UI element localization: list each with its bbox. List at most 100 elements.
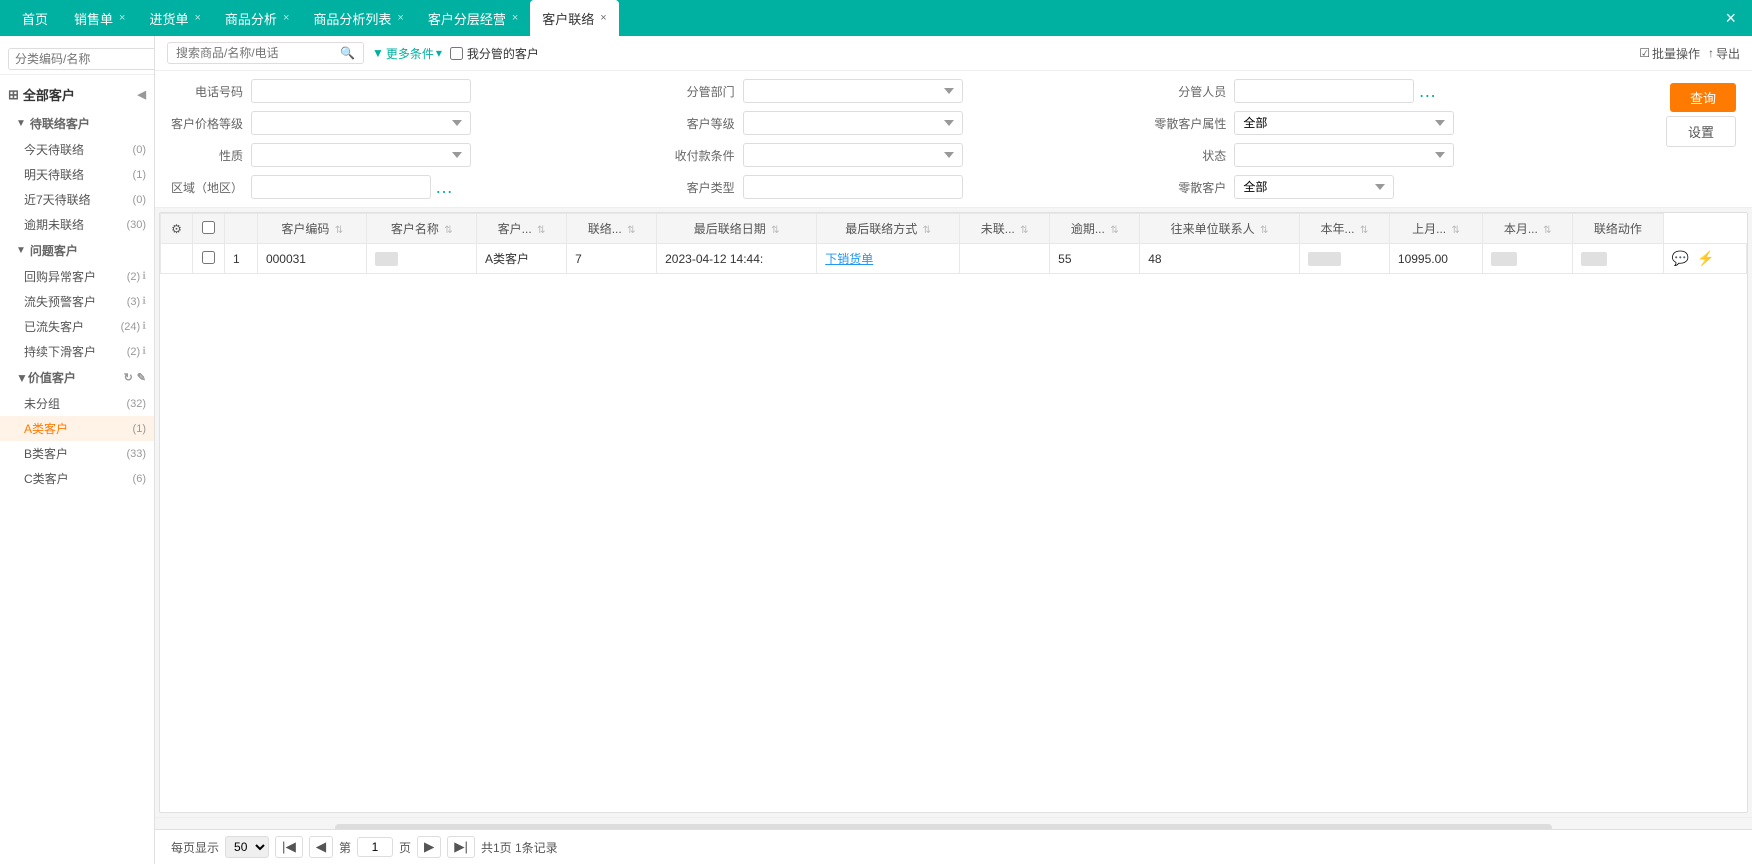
col-header-this-year[interactable]: 本年... ⇅: [1299, 214, 1389, 244]
close-product-analysis-icon[interactable]: ×: [283, 12, 289, 24]
sidebar-item-class-c[interactable]: C类客户 (6): [0, 466, 154, 491]
top-navigation: 首页 销售单 × 进货单 × 商品分析 × 商品分析列表 × 客户分层经营 × …: [0, 0, 1752, 36]
payment-select[interactable]: [743, 143, 963, 167]
problem-customers-header[interactable]: ▼ 问题客户: [0, 237, 154, 264]
col-header-this-month[interactable]: 本月... ⇅: [1483, 214, 1573, 244]
customer-search-input[interactable]: [176, 46, 336, 60]
person-input[interactable]: [1234, 79, 1414, 103]
row-overdue-extra-cell: 48: [1140, 244, 1300, 274]
select-all-col-header[interactable]: [193, 214, 225, 244]
sidebar-item-7day-contact[interactable]: 近7天待联络 (0): [0, 187, 154, 212]
sidebar-item-tomorrow-contact[interactable]: 明天待联络 (1): [0, 162, 154, 187]
col-header-last-month[interactable]: 上月... ⇅: [1389, 214, 1482, 244]
row-code-cell[interactable]: 000031: [257, 244, 367, 274]
page-size-select[interactable]: 50: [225, 836, 269, 858]
search-field-container: 🔍: [167, 42, 364, 64]
sidebar-item-repurchase-abnormal[interactable]: 回购异常客户 (2) ℹ: [0, 264, 154, 289]
sidebar-item-unclassified[interactable]: 未分组 (32): [0, 391, 154, 416]
value-customers-section: ▼ 价值客户 ↻ ✎ 未分组 (32) A类客户 (1) B类客户: [0, 364, 154, 491]
table-footer: 每页显示 50 |◀ ◀ 第 页 ▶ ▶| 共1页 1条记录: [155, 829, 1752, 864]
col-header-last-method[interactable]: 最后联络方式 ⇅: [817, 214, 960, 244]
nature-select[interactable]: [251, 143, 471, 167]
customer-level-select[interactable]: [743, 111, 963, 135]
customer-type-input[interactable]: [743, 175, 963, 199]
close-customer-segment-icon[interactable]: ×: [512, 12, 518, 24]
batch-op-icon: ☑: [1639, 46, 1650, 60]
sort-method-icon: ⇅: [923, 225, 931, 236]
search-icon[interactable]: 🔍: [340, 46, 355, 60]
query-button[interactable]: 查询: [1670, 83, 1736, 112]
export-button[interactable]: ↑ 导出: [1708, 45, 1740, 62]
sidebar-item-churn-warning[interactable]: 流失预警客户 (3) ℹ: [0, 289, 154, 314]
refresh-icon[interactable]: ↻: [124, 371, 133, 384]
pending-contact-header[interactable]: ▼ 待联络客户: [0, 110, 154, 137]
next-page-button[interactable]: ▶: [417, 836, 441, 858]
filter-retail-attr: 零散客户属性 全部: [1154, 111, 1646, 135]
settings-col-header[interactable]: ⚙: [161, 214, 193, 244]
sidebar-item-declining[interactable]: 持续下滑客户 (2) ℹ: [0, 339, 154, 364]
prev-page-button[interactable]: ◀: [309, 836, 333, 858]
sidebar-search-input[interactable]: [8, 48, 155, 70]
tab-product-analysis[interactable]: 商品分析 ×: [213, 0, 301, 36]
row-this-year-cell: 10995.00: [1389, 244, 1482, 274]
more-filters-button[interactable]: ▼ 更多条件 ▾: [372, 45, 442, 62]
close-sales-order-icon[interactable]: ×: [119, 12, 125, 24]
person-more-icon[interactable]: …: [1414, 81, 1440, 102]
nature-label: 性质: [171, 147, 251, 164]
batch-operation-button[interactable]: ☑ 批量操作: [1639, 45, 1700, 62]
close-purchase-order-icon[interactable]: ×: [194, 12, 200, 24]
status-select[interactable]: [1234, 143, 1454, 167]
select-all-checkbox[interactable]: [202, 221, 215, 234]
last-page-button[interactable]: ▶|: [447, 836, 475, 858]
row-name-cell: ?: [367, 244, 477, 274]
price-level-select[interactable]: [251, 111, 471, 135]
col-header-overdue[interactable]: 逾期... ⇅: [1050, 214, 1140, 244]
sidebar-item-class-b[interactable]: B类客户 (33): [0, 441, 154, 466]
row-checkbox[interactable]: [202, 251, 215, 264]
sidebar-item-class-a[interactable]: A类客户 (1): [0, 416, 154, 441]
col-header-contact-person[interactable]: 往来单位联系人 ⇅: [1140, 214, 1300, 244]
col-header-name[interactable]: 客户名称 ⇅: [367, 214, 477, 244]
col-header-code[interactable]: 客户编码 ⇅: [257, 214, 367, 244]
edit-icon[interactable]: ✎: [137, 371, 146, 384]
all-customers-header[interactable]: ⊞ 全部客户 ◀: [0, 79, 154, 110]
tab-product-analysis-list[interactable]: 商品分析列表 ×: [301, 0, 415, 36]
close-all-tabs-icon[interactable]: ×: [1717, 8, 1744, 29]
col-header-last-date[interactable]: 最后联络日期 ⇅: [657, 214, 817, 244]
filter-icon: ▼: [372, 46, 384, 60]
region-input[interactable]: [251, 175, 431, 199]
retail-attr-select[interactable]: 全部: [1234, 111, 1454, 135]
region-more-icon[interactable]: …: [431, 177, 457, 198]
sidebar-item-overdue-contact[interactable]: 逾期未联络 (30): [0, 212, 154, 237]
sidebar-item-today-contact[interactable]: 今天待联络 (0): [0, 137, 154, 162]
tab-purchase-order[interactable]: 进货单 ×: [137, 0, 212, 36]
value-customer-actions: ↻ ✎: [124, 371, 146, 384]
retail-customer-select[interactable]: 全部: [1234, 175, 1394, 199]
home-tab[interactable]: 首页: [8, 9, 62, 28]
share-action-icon[interactable]: ⚡: [1697, 250, 1714, 267]
col-header-contact-count[interactable]: 联络... ⇅: [567, 214, 657, 244]
tab-customer-contact[interactable]: 客户联络 ×: [530, 0, 618, 36]
dept-select[interactable]: [743, 79, 963, 103]
row-index-cell: 1: [225, 244, 258, 274]
page-number-input[interactable]: [357, 837, 393, 857]
close-product-analysis-list-icon[interactable]: ×: [397, 12, 403, 24]
last-method-link[interactable]: 下销货单: [825, 252, 873, 266]
blurred-contact-person: [1308, 252, 1341, 266]
tab-sales-order[interactable]: 销售单 ×: [62, 0, 137, 36]
my-customers-checkbox[interactable]: [450, 47, 463, 60]
first-page-button[interactable]: |◀: [275, 836, 303, 858]
settings-button[interactable]: 设置: [1666, 116, 1736, 147]
filter-status: 状态: [1154, 143, 1646, 167]
export-icon: ↑: [1708, 46, 1714, 60]
close-customer-contact-icon[interactable]: ×: [600, 12, 606, 24]
phone-input[interactable]: [251, 79, 471, 103]
tab-customer-segment[interactable]: 客户分层经营 ×: [416, 0, 530, 36]
comment-action-icon[interactable]: 💬: [1672, 250, 1689, 267]
sidebar-item-churned[interactable]: 已流失客户 (24) ℹ: [0, 314, 154, 339]
blurred-last-month: [1491, 252, 1517, 266]
value-customers-header[interactable]: ▼ 价值客户 ↻ ✎: [0, 364, 154, 391]
col-header-customer-type[interactable]: 客户... ⇅: [477, 214, 567, 244]
horizontal-scrollbar[interactable]: [155, 817, 1752, 829]
col-header-not-contacted[interactable]: 未联... ⇅: [960, 214, 1050, 244]
